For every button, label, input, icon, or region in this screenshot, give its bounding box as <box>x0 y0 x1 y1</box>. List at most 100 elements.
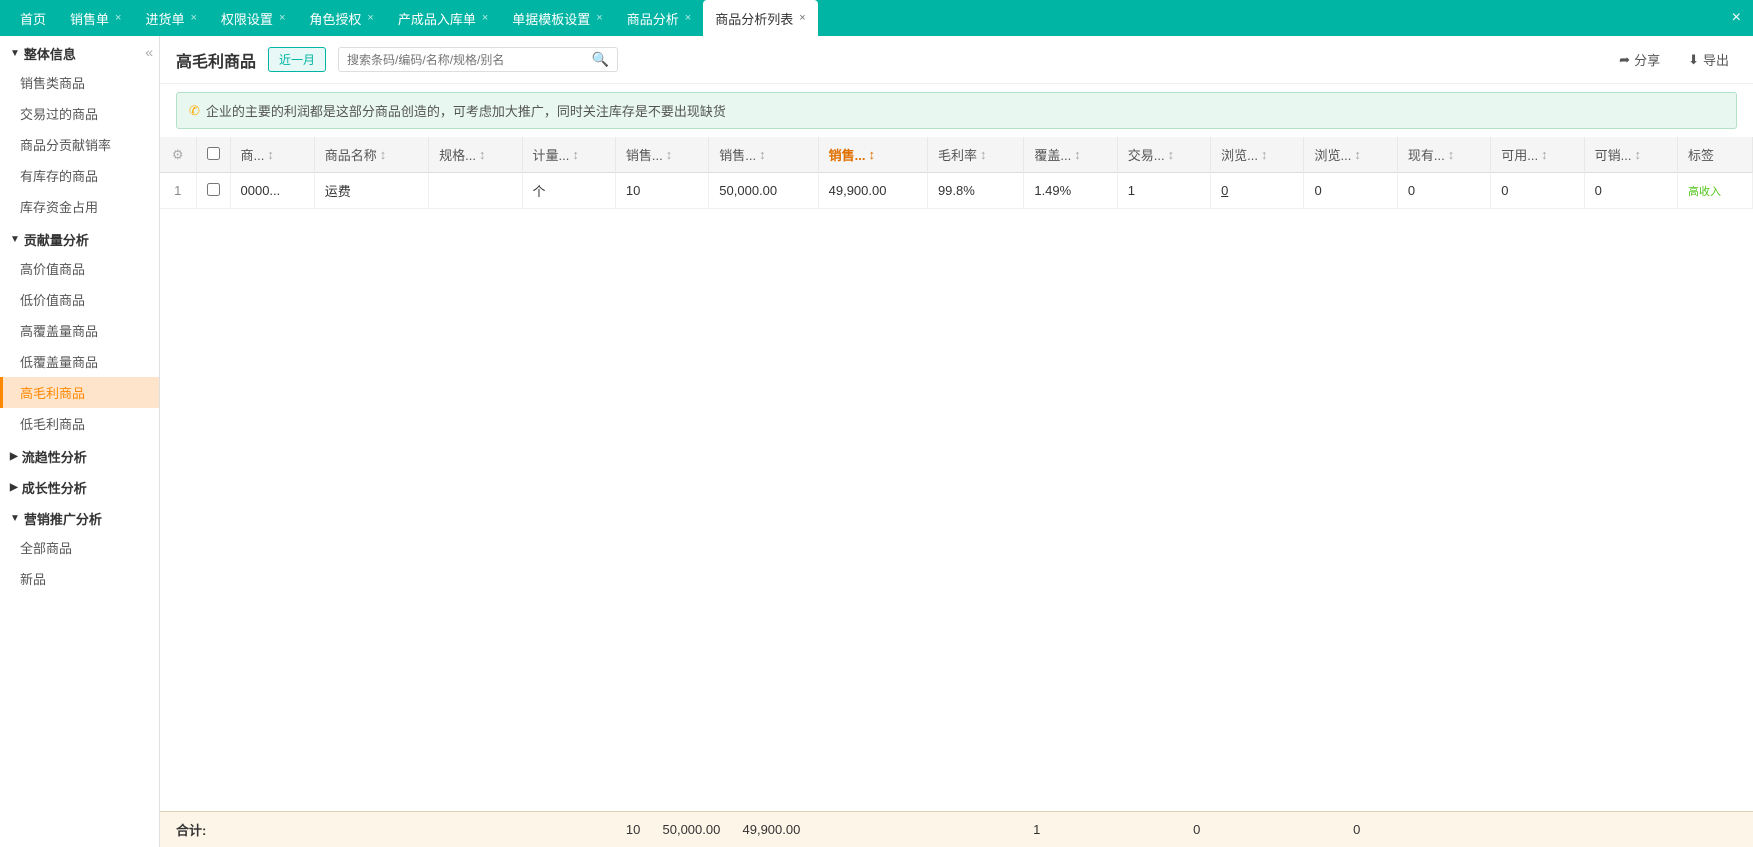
nav-tab-permission[interactable]: 权限设置 × <box>209 0 297 36</box>
sidebar-item-high-value[interactable]: 高价值商品 <box>0 253 159 284</box>
sort-icon-trade[interactable]: ↕ <box>1168 147 1175 162</box>
col-header-unit: 计量...↕ <box>522 137 615 173</box>
main-layout: « ▼ 整体信息 销售类商品 交易过的商品 商品分贡献销率 有库存的商品 库存资… <box>0 36 1753 847</box>
sort-icon-gross[interactable]: ↕ <box>980 147 987 162</box>
sidebar-collapse-button[interactable]: « <box>145 44 153 60</box>
nav-tab-purchase[interactable]: 进货单 × <box>133 0 208 36</box>
sort-icon-browse2[interactable]: ↕ <box>1354 147 1361 162</box>
sidebar-item-contribution-rate[interactable]: 商品分贡献销率 <box>0 129 159 160</box>
content-header: 高毛利商品 近一月 🔍 ➦ 分享 ⬇ 导出 <box>160 36 1753 84</box>
sort-icon-cost[interactable]: ↕ <box>868 147 875 162</box>
sort-icon-name[interactable]: ↕ <box>380 147 387 162</box>
share-button[interactable]: ➦ 分享 <box>1611 46 1668 73</box>
sidebar-item-low-coverage[interactable]: 低覆盖量商品 <box>0 346 159 377</box>
col-header-browse1: 浏览...↕ <box>1211 137 1304 173</box>
cell-spec <box>429 173 522 209</box>
cell-code: 0000... <box>230 173 314 209</box>
marketing-arrow-icon: ▼ <box>10 513 20 524</box>
cell-trade: 1 <box>1117 173 1210 209</box>
row-checkbox[interactable] <box>207 183 220 196</box>
sidebar-group-growth[interactable]: ▶ 成长性分析 <box>0 470 159 501</box>
sort-icon-available[interactable]: ↕ <box>1541 147 1548 162</box>
col-header-coverage: 覆盖...↕ <box>1024 137 1117 173</box>
nav-tab-role[interactable]: 角色授权 × <box>297 0 385 36</box>
settings-gear-icon[interactable]: ⚙ <box>172 147 184 162</box>
page-title: 高毛利商品 <box>176 48 256 72</box>
sidebar-group-flow[interactable]: ▶ 流趋性分析 <box>0 439 159 470</box>
sort-icon-browse1[interactable]: ↕ <box>1261 147 1268 162</box>
cell-available: 0 <box>1491 173 1584 209</box>
sidebar-group-contribution[interactable]: ▼ 贡献量分析 <box>0 222 159 253</box>
sidebar-item-new-goods[interactable]: 新品 <box>0 563 159 594</box>
col-header-tag: 标签 <box>1677 137 1752 173</box>
search-input[interactable] <box>347 53 588 67</box>
export-button[interactable]: ⬇ 导出 <box>1680 46 1737 73</box>
sidebar-item-inventory-capital[interactable]: 库存资金占用 <box>0 191 159 222</box>
col-header-browse2: 浏览...↕ <box>1304 137 1397 173</box>
sort-icon-spec[interactable]: ↕ <box>479 147 486 162</box>
close-purchase-tab[interactable]: × <box>190 12 196 24</box>
cell-sales-amount: 50,000.00 <box>709 173 818 209</box>
col-header-current: 现有...↕ <box>1397 137 1490 173</box>
search-icon[interactable]: 🔍 <box>592 51 609 68</box>
cell-browse1[interactable]: 0 <box>1211 173 1304 209</box>
select-all-checkbox[interactable] <box>207 147 220 160</box>
sidebar-group-marketing[interactable]: ▼ 营销推广分析 <box>0 501 159 532</box>
col-header-sales-cost: 销售...↕ <box>818 137 927 173</box>
close-sales-tab[interactable]: × <box>115 12 121 24</box>
close-role-tab[interactable]: × <box>367 12 373 24</box>
sort-icon-amount[interactable]: ↕ <box>759 147 766 162</box>
header-actions: ➦ 分享 ⬇ 导出 <box>1611 46 1737 73</box>
sort-icon-saleable[interactable]: ↕ <box>1634 147 1641 162</box>
close-template-tab[interactable]: × <box>596 12 602 24</box>
sidebar-item-low-value[interactable]: 低价值商品 <box>0 284 159 315</box>
sort-icon-unit[interactable]: ↕ <box>572 147 579 162</box>
close-analysis-tab[interactable]: × <box>685 12 691 24</box>
cell-sales-qty: 10 <box>615 173 708 209</box>
nav-tab-template[interactable]: 单据模板设置 × <box>500 0 614 36</box>
nav-tab-inbound[interactable]: 产成品入库单 × <box>386 0 500 36</box>
filter-period-button[interactable]: 近一月 <box>268 47 326 72</box>
nav-tab-sales[interactable]: 销售单 × <box>58 0 133 36</box>
sort-icon-coverage[interactable]: ↕ <box>1074 147 1081 162</box>
col-header-trade: 交易...↕ <box>1117 137 1210 173</box>
col-header-checkbox[interactable] <box>196 137 230 173</box>
sidebar-item-all-goods[interactable]: 全部商品 <box>0 532 159 563</box>
growth-arrow-icon: ▶ <box>10 482 18 493</box>
window-close-button[interactable]: × <box>1732 9 1741 27</box>
cell-tag: 高收入 <box>1677 173 1752 209</box>
close-analysis-list-tab[interactable]: × <box>799 12 805 24</box>
col-header-available: 可用...↕ <box>1491 137 1584 173</box>
cell-name: 运费 <box>314 173 428 209</box>
close-inbound-tab[interactable]: × <box>482 12 488 24</box>
share-icon: ➦ <box>1619 52 1630 68</box>
sidebar-item-high-margin[interactable]: 高毛利商品 <box>0 377 159 408</box>
sidebar-item-in-stock[interactable]: 有库存的商品 <box>0 160 159 191</box>
table-header-row: ⚙ 商...↕ 商品名称↕ 规格...↕ <box>160 137 1753 173</box>
sort-icon[interactable]: ↕ <box>267 147 274 162</box>
sort-icon-current[interactable]: ↕ <box>1448 147 1455 162</box>
col-header-name: 商品名称↕ <box>314 137 428 173</box>
cell-unit: 个 <box>522 173 615 209</box>
nav-tab-analysis-list[interactable]: 商品分析列表 × <box>703 0 817 36</box>
info-icon: ✆ <box>189 103 200 119</box>
nav-tab-home[interactable]: 首页 <box>8 0 58 36</box>
cell-gross-rate: 99.8% <box>927 173 1023 209</box>
sidebar-item-sales-goods[interactable]: 销售类商品 <box>0 67 159 98</box>
sidebar-item-high-coverage[interactable]: 高覆盖量商品 <box>0 315 159 346</box>
cell-checkbox[interactable] <box>196 173 230 209</box>
footer-sales-qty: 10 <box>570 822 650 837</box>
info-banner: ✆ 企业的主要的利润都是这部分商品创造的，可考虑加大推广，同时关注库存是不要出现… <box>176 92 1737 129</box>
sidebar-item-low-margin[interactable]: 低毛利商品 <box>0 408 159 439</box>
sidebar-item-traded-goods[interactable]: 交易过的商品 <box>0 98 159 129</box>
cell-num: 1 <box>160 173 196 209</box>
close-permission-tab[interactable]: × <box>279 12 285 24</box>
col-header-settings[interactable]: ⚙ <box>160 137 196 173</box>
col-header-sales-qty: 销售...↕ <box>615 137 708 173</box>
nav-tab-analysis[interactable]: 商品分析 × <box>615 0 703 36</box>
sort-icon-qty[interactable]: ↕ <box>666 147 673 162</box>
cell-current: 0 <box>1397 173 1490 209</box>
sidebar-group-overall[interactable]: ▼ 整体信息 <box>0 36 159 67</box>
cell-coverage: 1.49% <box>1024 173 1117 209</box>
export-icon: ⬇ <box>1688 52 1699 68</box>
